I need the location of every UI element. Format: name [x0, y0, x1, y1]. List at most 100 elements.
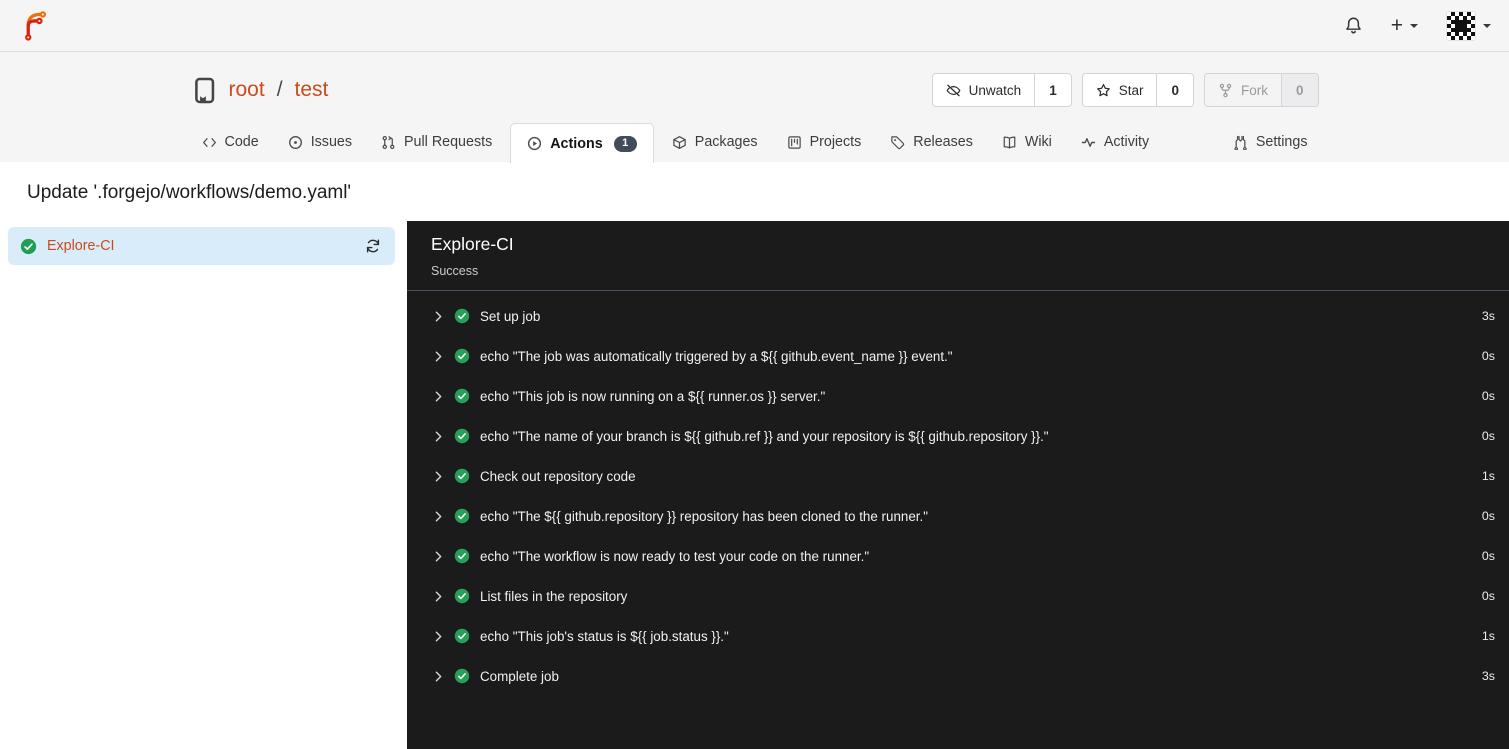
top-navbar: +: [0, 0, 1509, 52]
star-icon: [1096, 83, 1111, 98]
chevron-right-icon: [431, 389, 446, 404]
panel-job-name: Explore-CI: [431, 234, 514, 254]
tab-pull-requests[interactable]: Pull Requests: [370, 122, 503, 162]
step-duration: 0s: [1481, 429, 1495, 443]
step-duration: 0s: [1481, 509, 1495, 523]
repo-name-link[interactable]: test: [295, 78, 329, 102]
jobs-sidebar: Explore-CI: [0, 221, 407, 749]
code-icon: [202, 135, 217, 150]
step-success-icon: [454, 668, 470, 684]
tab-code[interactable]: Code: [191, 122, 270, 162]
chevron-right-icon: [431, 589, 446, 604]
chevron-right-icon: [431, 629, 446, 644]
step-row[interactable]: echo "This job is now running on a ${{ r…: [407, 376, 1509, 416]
chevron-right-icon: [431, 469, 446, 484]
rerun-job-button[interactable]: [363, 236, 383, 256]
topnav-right: +: [1344, 10, 1491, 41]
tab-projects[interactable]: Projects: [776, 122, 873, 162]
fork-icon: [1218, 83, 1233, 98]
chevron-right-icon: [431, 349, 446, 364]
fork-button[interactable]: Fork 0: [1203, 73, 1319, 107]
count-badge[interactable]: 0: [1157, 73, 1194, 107]
step-row[interactable]: List files in the repository 0s: [407, 576, 1509, 616]
step-success-icon: [454, 588, 470, 604]
step-duration: 0s: [1481, 389, 1495, 403]
pull-request-icon: [381, 135, 396, 150]
repo-tab-bar: Code Issues Pull Requests Actions 1 Pack…: [191, 122, 1319, 163]
repo-header: root / test Unwatch 1 Star 0 Fork 0 Code…: [0, 52, 1509, 163]
forgejo-app: + root / test Unwatch 1 Star 0 Fork 0 Co…: [0, 0, 1509, 749]
step-row[interactable]: Set up job 3s: [407, 296, 1509, 336]
tab-settings[interactable]: Settings: [1222, 122, 1319, 162]
step-row[interactable]: echo "The job was automatically triggere…: [407, 336, 1509, 376]
bell-icon: [1344, 16, 1363, 35]
forgejo-logo-icon[interactable]: [20, 10, 51, 41]
step-success-icon: [454, 308, 470, 324]
step-success-icon: [454, 468, 470, 484]
repo-breadcrumb: root / test: [191, 77, 329, 104]
panel-job-status: Success: [431, 264, 479, 278]
chevron-right-icon: [431, 509, 446, 524]
repo-path-separator: /: [276, 78, 283, 101]
repo-owner-link[interactable]: root: [229, 78, 265, 102]
user-menu-button[interactable]: [1446, 10, 1491, 41]
step-duration: 1s: [1481, 469, 1495, 483]
step-row[interactable]: Complete job 3s: [407, 656, 1509, 696]
package-icon: [672, 135, 687, 150]
tab-actions[interactable]: Actions 1: [510, 123, 654, 163]
job-success-icon: [20, 238, 37, 255]
tab-wiki[interactable]: Wiki: [991, 122, 1063, 162]
step-duration: 0s: [1481, 589, 1495, 603]
unwatch-button[interactable]: Unwatch 1: [931, 73, 1072, 107]
plus-icon: +: [1390, 14, 1403, 37]
chevron-down-icon: [1410, 23, 1418, 28]
project-icon: [787, 135, 802, 150]
step-row[interactable]: echo "This job's status is ${{ job.statu…: [407, 616, 1509, 656]
steps-list: Set up job 3s echo "The job was automati…: [407, 291, 1509, 696]
tab-packages[interactable]: Packages: [661, 122, 769, 162]
tag-icon: [890, 135, 905, 150]
chevron-right-icon: [431, 429, 446, 444]
step-success-icon: [454, 428, 470, 444]
job-log-panel: Explore-CI Success Set up job 3s echo "T…: [407, 221, 1509, 749]
issue-icon: [288, 135, 303, 150]
actions-run-page: Update '.forgejo/workflows/demo.yaml' Ex…: [0, 162, 1509, 749]
step-row[interactable]: Check out repository code 1s: [407, 456, 1509, 496]
topnav-links: [77, 17, 225, 35]
wiki-icon: [1002, 135, 1017, 150]
run-commit-title: Update '.forgejo/workflows/demo.yaml': [27, 182, 352, 203]
step-success-icon: [454, 628, 470, 644]
step-success-icon: [454, 348, 470, 364]
step-success-icon: [454, 388, 470, 404]
chevron-right-icon: [431, 549, 446, 564]
create-new-button[interactable]: +: [1391, 15, 1418, 36]
job-list-item[interactable]: Explore-CI: [8, 227, 395, 265]
step-row[interactable]: echo "The ${{ github.repository }} repos…: [407, 496, 1509, 536]
tab-issues[interactable]: Issues: [277, 122, 363, 162]
settings-icon: [1233, 135, 1248, 150]
count-badge[interactable]: 0: [1281, 73, 1319, 107]
step-success-icon: [454, 508, 470, 524]
job-panel-header: Explore-CI Success: [407, 221, 1509, 291]
user-avatar: [1446, 10, 1476, 41]
step-duration: 3s: [1481, 309, 1495, 323]
chevron-down-icon: [1483, 23, 1491, 28]
repo-book-icon: [191, 77, 218, 104]
step-duration: 3s: [1481, 669, 1495, 683]
star-button[interactable]: Star 0: [1081, 73, 1194, 107]
repo-action-buttons: Unwatch 1 Star 0 Fork 0: [931, 73, 1319, 107]
count-badge[interactable]: 1: [1035, 73, 1072, 107]
eye-slash-icon: [946, 83, 961, 98]
tab-releases[interactable]: Releases: [879, 122, 984, 162]
step-duration: 0s: [1481, 549, 1495, 563]
refresh-icon: [365, 238, 381, 254]
step-row[interactable]: echo "The name of your branch is ${{ git…: [407, 416, 1509, 456]
tab-count-badge: 1: [613, 135, 637, 152]
chevron-right-icon: [431, 309, 446, 324]
notifications-bell-button[interactable]: [1344, 16, 1363, 35]
step-duration: 0s: [1481, 349, 1495, 363]
step-row[interactable]: echo "The workflow is now ready to test …: [407, 536, 1509, 576]
activity-icon: [1081, 135, 1096, 150]
step-duration: 1s: [1481, 629, 1495, 643]
tab-activity[interactable]: Activity: [1070, 122, 1160, 162]
